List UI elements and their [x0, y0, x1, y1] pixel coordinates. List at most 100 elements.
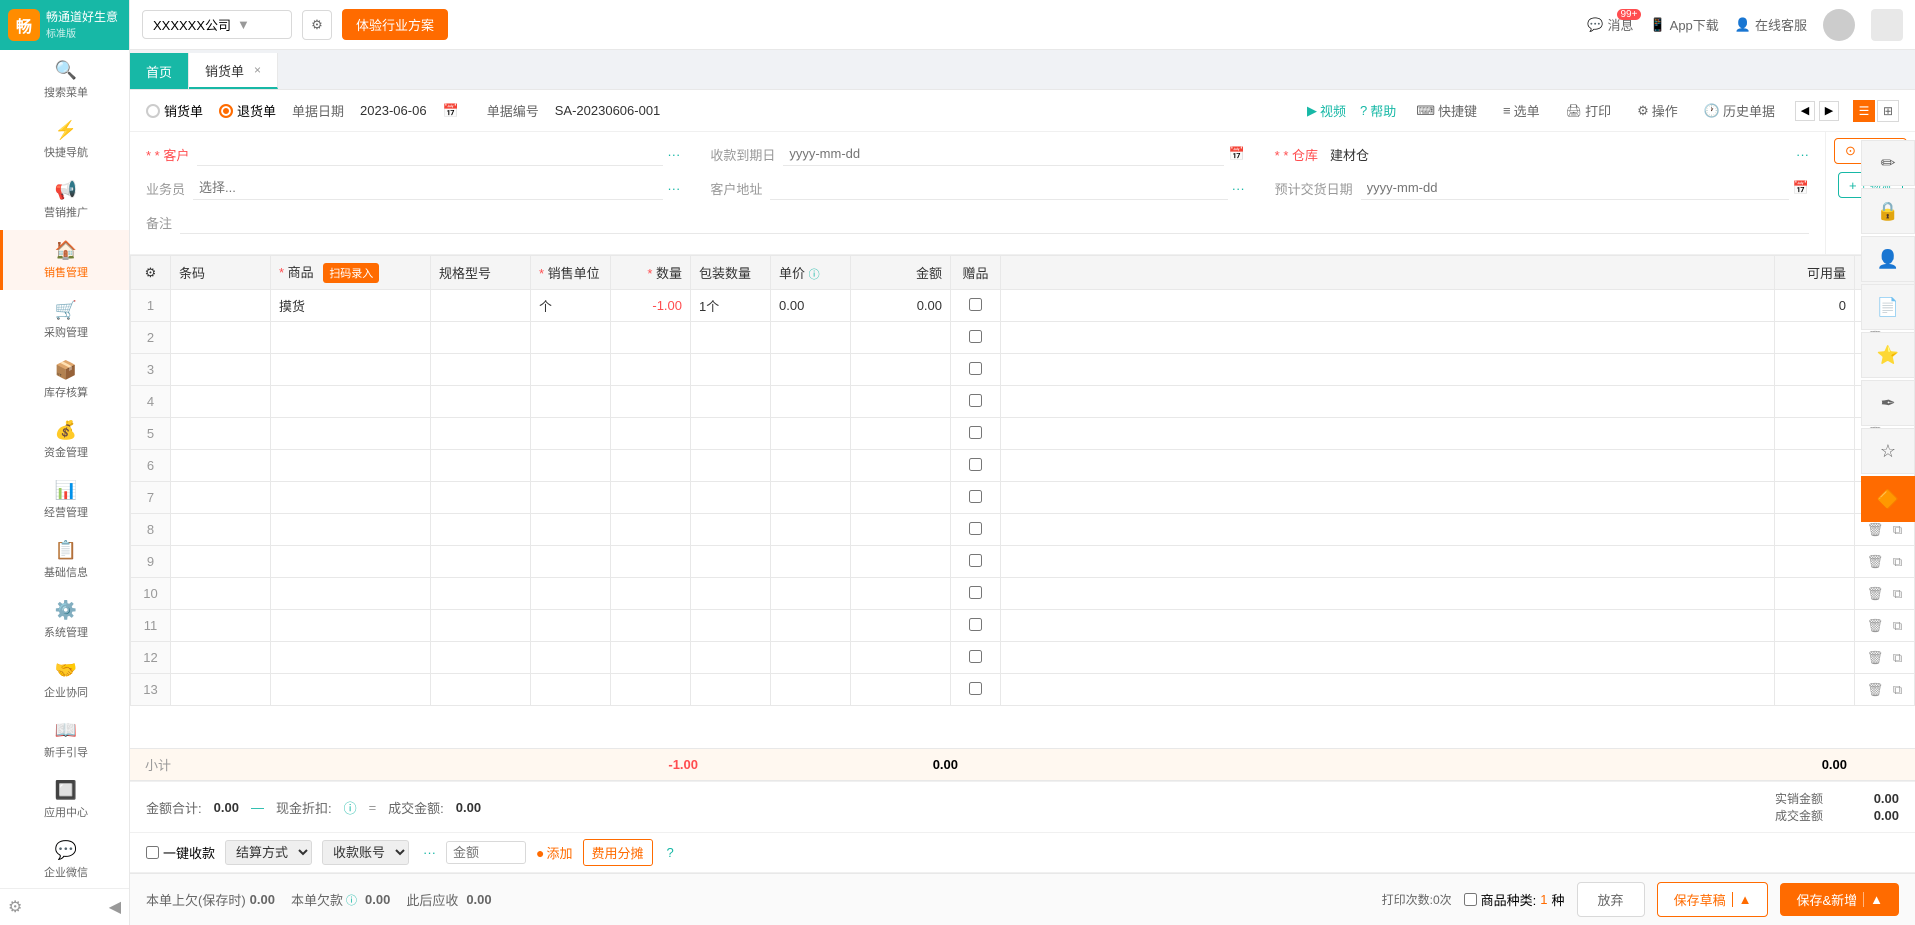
- grid-view-btn[interactable]: ⊞: [1877, 100, 1899, 122]
- expense-help-icon[interactable]: ?: [667, 845, 674, 860]
- video-link[interactable]: ▶ 视频: [1307, 101, 1346, 120]
- row-gift[interactable]: [951, 610, 1001, 642]
- row-gift[interactable]: [951, 642, 1001, 674]
- row-spec[interactable]: [431, 578, 531, 610]
- right-panel-lock-btn[interactable]: 🔒: [1861, 188, 1915, 234]
- gift-checkbox[interactable]: [969, 298, 982, 311]
- barcode-input[interactable]: [179, 522, 262, 537]
- one-click-payment-checkbox[interactable]: 一键收款: [146, 843, 215, 862]
- row-spec[interactable]: [431, 386, 531, 418]
- payment-dots[interactable]: ···: [423, 845, 436, 860]
- barcode-input[interactable]: [179, 330, 262, 345]
- row-spec[interactable]: [431, 482, 531, 514]
- row-barcode[interactable]: [171, 546, 271, 578]
- scan-button[interactable]: 扫码录入: [323, 263, 379, 283]
- row-notes[interactable]: [1001, 290, 1775, 322]
- tab-sales-order[interactable]: 销货单 ×: [189, 53, 278, 89]
- row-barcode[interactable]: [171, 386, 271, 418]
- copy-row-icon[interactable]: ⧉: [1893, 650, 1902, 665]
- sidebar-item-enterprise[interactable]: 🤝 企业协同: [0, 650, 129, 710]
- total-owe-info-icon[interactable]: ⓘ: [346, 892, 357, 908]
- messages-button[interactable]: 💬 消息 99+: [1587, 15, 1633, 34]
- settlement-method-select[interactable]: 结算方式: [225, 840, 312, 865]
- discount-info-icon[interactable]: ⓘ: [344, 798, 357, 817]
- barcode-input[interactable]: [179, 618, 262, 633]
- avatar[interactable]: [1823, 9, 1855, 41]
- row-spec[interactable]: [431, 322, 531, 354]
- gift-checkbox[interactable]: [969, 426, 982, 439]
- right-panel-doc-btn[interactable]: 📄: [1861, 284, 1915, 330]
- sidebar-item-basics[interactable]: 📋 基础信息: [0, 530, 129, 590]
- row-spec[interactable]: [431, 290, 531, 322]
- estimated-delivery-input[interactable]: [1361, 176, 1789, 200]
- experience-button[interactable]: 体验行业方案: [342, 9, 448, 40]
- row-spec[interactable]: [431, 610, 531, 642]
- row-notes[interactable]: [1001, 482, 1775, 514]
- prev-page-btn[interactable]: ◀: [1795, 101, 1815, 121]
- sidebar-item-system[interactable]: ⚙️ 系统管理: [0, 590, 129, 650]
- next-page-btn[interactable]: ▶: [1819, 101, 1839, 121]
- delete-row-icon[interactable]: 🗑: [1867, 522, 1884, 537]
- delete-row-icon[interactable]: 🗑: [1867, 618, 1884, 633]
- row-spec[interactable]: [431, 418, 531, 450]
- row-gift[interactable]: [951, 514, 1001, 546]
- warehouse-dots[interactable]: ···: [1796, 147, 1809, 162]
- row-spec[interactable]: [431, 674, 531, 706]
- row-gift[interactable]: [951, 546, 1001, 578]
- settings-icon[interactable]: ⚙: [145, 265, 157, 280]
- row-spec[interactable]: [431, 450, 531, 482]
- row-barcode[interactable]: [171, 354, 271, 386]
- row-gift[interactable]: [951, 290, 1001, 322]
- row-spec[interactable]: [431, 354, 531, 386]
- save-draft-button[interactable]: 保存草稿 ▲: [1657, 882, 1769, 917]
- save-new-button[interactable]: 保存&新增 ▲: [1780, 883, 1899, 916]
- one-click-checkbox-input[interactable]: [146, 846, 159, 859]
- help-link[interactable]: ? 帮助: [1360, 101, 1396, 120]
- sidebar-item-guide[interactable]: 📖 新手引导: [0, 710, 129, 770]
- row-barcode[interactable]: [171, 674, 271, 706]
- row-barcode[interactable]: [171, 450, 271, 482]
- salesperson-dots[interactable]: ···: [667, 181, 680, 196]
- right-panel-bookmark-btn[interactable]: ☆: [1861, 428, 1915, 474]
- row-barcode[interactable]: [171, 610, 271, 642]
- delete-row-icon[interactable]: 🗑: [1867, 554, 1884, 569]
- price-info-icon[interactable]: ⓘ: [809, 269, 820, 281]
- right-panel-star-btn[interactable]: ⭐: [1861, 332, 1915, 378]
- right-panel-orange-btn[interactable]: 🔶: [1861, 476, 1915, 522]
- sidebar-item-sales[interactable]: 🏠 销售管理: [0, 230, 129, 290]
- gift-checkbox[interactable]: [969, 330, 982, 343]
- row-notes[interactable]: [1001, 322, 1775, 354]
- row-gift[interactable]: [951, 482, 1001, 514]
- row-notes[interactable]: [1001, 610, 1775, 642]
- copy-row-icon[interactable]: ⧉: [1893, 522, 1902, 537]
- delete-row-icon[interactable]: 🗑: [1867, 682, 1884, 697]
- save-draft-dropdown-icon[interactable]: ▲: [1732, 892, 1752, 907]
- save-new-dropdown-icon[interactable]: ▲: [1863, 892, 1883, 907]
- row-gift[interactable]: [951, 322, 1001, 354]
- sidebar-item-purchase[interactable]: 🛒 采购管理: [0, 290, 129, 350]
- row-spec[interactable]: [431, 546, 531, 578]
- row-notes[interactable]: [1001, 578, 1775, 610]
- row-notes[interactable]: [1001, 514, 1775, 546]
- row-notes[interactable]: [1001, 642, 1775, 674]
- select-btn[interactable]: ≡ 选单: [1497, 98, 1546, 123]
- barcode-input[interactable]: [179, 298, 262, 313]
- abandon-button[interactable]: 放弃: [1577, 882, 1645, 917]
- row-barcode[interactable]: [171, 514, 271, 546]
- row-notes[interactable]: [1001, 354, 1775, 386]
- sidebar-item-marketing[interactable]: 📢 营销推广: [0, 170, 129, 230]
- row-gift[interactable]: [951, 450, 1001, 482]
- operate-btn[interactable]: ⚙ 操作: [1631, 98, 1684, 123]
- sidebar-item-apps[interactable]: 🔲 应用中心: [0, 770, 129, 830]
- salesperson-input[interactable]: [193, 176, 663, 200]
- customer-address-dots[interactable]: ···: [1232, 181, 1245, 196]
- copy-row-icon[interactable]: ⧉: [1893, 586, 1902, 601]
- copy-row-icon[interactable]: ⧉: [1893, 682, 1902, 697]
- customer-address-input[interactable]: [770, 176, 1227, 200]
- gift-checkbox[interactable]: [969, 490, 982, 503]
- gift-checkbox[interactable]: [969, 650, 982, 663]
- sidebar-collapse-icon[interactable]: ◀: [109, 897, 121, 917]
- gift-checkbox[interactable]: [969, 362, 982, 375]
- barcode-input[interactable]: [179, 426, 262, 441]
- row-gift[interactable]: [951, 578, 1001, 610]
